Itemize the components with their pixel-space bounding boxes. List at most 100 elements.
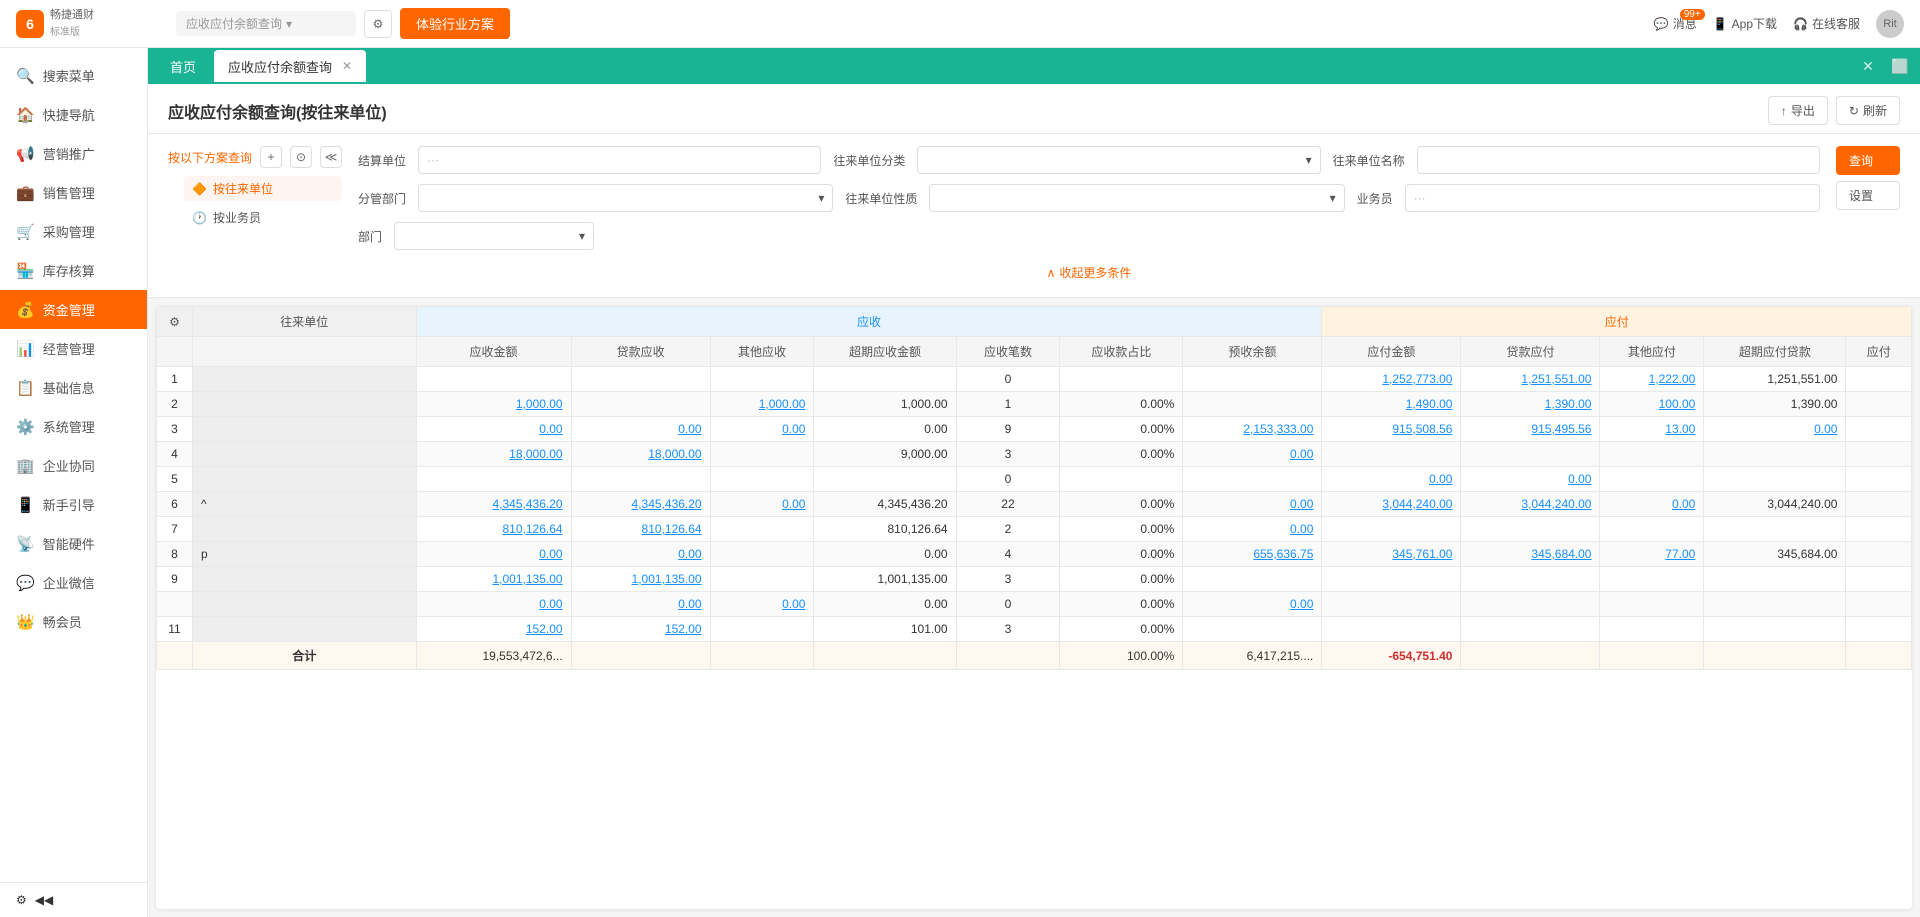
partner-category-select[interactable]: ▾ xyxy=(917,146,1320,174)
collapse-conditions-btn[interactable]: ∧ 收起更多条件 xyxy=(358,260,1820,285)
logo-icon: 6 xyxy=(16,10,44,38)
sidebar-item-inventory[interactable]: 🏪 库存核算 xyxy=(0,251,147,290)
add-scheme-btn[interactable]: + xyxy=(260,146,282,168)
more-scheme-btn[interactable]: ≪ xyxy=(320,146,342,168)
messages-btn[interactable]: 💬 消息 99+ xyxy=(1654,15,1697,32)
sidebar-item-wechat[interactable]: 💬 企业微信 xyxy=(0,563,147,602)
finance-icon: 💰 xyxy=(16,301,35,319)
filter-by-salesman[interactable]: 🕐 按业务员 xyxy=(184,205,342,230)
config-scheme-btn[interactable]: ⊙ xyxy=(290,146,312,168)
table-settings-icon[interactable]: ⚙ xyxy=(169,315,180,329)
export-button[interactable]: ↑ 导出 xyxy=(1768,96,1828,125)
purchase-icon: 🛒 xyxy=(16,223,35,241)
sidebar-item-label: 智能硬件 xyxy=(43,534,95,553)
sidebar-item-label: 快捷导航 xyxy=(43,105,95,124)
tab-close-btn[interactable]: ✕ xyxy=(342,59,352,73)
sidebar-item-marketing[interactable]: 📢 营销推广 xyxy=(0,134,147,173)
sidebar-item-system[interactable]: ⚙️ 系统管理 xyxy=(0,407,147,446)
partner-nature-select[interactable]: ▾ xyxy=(929,184,1344,212)
sidebar-item-basic-info[interactable]: 📋 基础信息 xyxy=(0,368,147,407)
system-icon: ⚙️ xyxy=(16,418,35,436)
newbie-icon: 📱 xyxy=(16,496,35,514)
dept-select[interactable]: ▾ xyxy=(418,184,833,212)
salesman-input[interactable]: ··· xyxy=(1405,184,1820,212)
filter-scheme-panel: 按以下方案查询 + ⊙ ≪ 🔶 按往来单位 🕐 按业务员 xyxy=(168,146,342,285)
online-service-btn[interactable]: 🎧 在线客服 xyxy=(1793,15,1860,32)
filter-row-2: 分管部门 ▾ 往来单位性质 ▾ 业务员 ··· xyxy=(358,184,1820,212)
sidebar-item-label: 采购管理 xyxy=(43,222,95,241)
tab-home[interactable]: 首页 xyxy=(156,50,210,82)
tab-close-window-btn[interactable]: ✕ xyxy=(1856,54,1880,78)
page-actions: ↑ 导出 ↻ 刷新 xyxy=(1768,96,1900,125)
sidebar-item-finance[interactable]: 💰 资金管理 xyxy=(0,290,147,329)
tab-maximize-btn[interactable]: ⬜ xyxy=(1888,54,1912,78)
partner-name-input[interactable] xyxy=(1417,146,1820,174)
settings-gear-icon[interactable]: ⚙ xyxy=(16,893,27,907)
logo-area: 6 畅捷通财 标准版 xyxy=(16,9,164,37)
filter-row-1: 结算单位 ··· 往来单位分类 ▾ 往来单位名称 xyxy=(358,146,1820,174)
settings-button[interactable]: 设置 xyxy=(1836,181,1900,210)
sidebar-item-label: 企业协同 xyxy=(43,456,95,475)
edition-label: 标准版 xyxy=(50,23,94,38)
filter-area: 按以下方案查询 + ⊙ ≪ 🔶 按往来单位 🕐 按业务员 xyxy=(148,134,1920,298)
column-group-header: ⚙ 往来单位 应收 应付 xyxy=(157,307,1912,337)
sidebar: 🔍 搜索菜单 🏠 快捷导航 📢 营销推广 💼 销售管理 🛒 采购管理 🏪 库存核… xyxy=(0,48,148,917)
refresh-button[interactable]: ↻ 刷新 xyxy=(1836,96,1900,125)
sidebar-item-newbie[interactable]: 📱 新手引导 xyxy=(0,485,147,524)
sidebar-bottom: ⚙ ◀◀ xyxy=(0,882,147,917)
sidebar-item-label: 系统管理 xyxy=(43,417,95,436)
page-content: 应收应付余额查询(按往来单位) ↑ 导出 ↻ 刷新 按以下方案查询 xyxy=(148,84,1920,917)
filter-by-partner[interactable]: 🔶 按往来单位 xyxy=(184,176,342,201)
brand-info: 畅捷通财 标准版 xyxy=(50,9,94,37)
sidebar-item-sales[interactable]: 💼 销售管理 xyxy=(0,173,147,212)
tab-ar-query[interactable]: 应收应付余额查询 ✕ xyxy=(214,50,366,82)
inventory-icon: 🏪 xyxy=(16,262,35,280)
table-row: 7 810,126.64 810,126.64 810,126.64 2 0.0… xyxy=(157,517,1912,542)
smart-hw-icon: 📡 xyxy=(16,535,35,553)
top-bar-right: 💬 消息 99+ 📱 App下载 🎧 在线客服 Rit xyxy=(1654,10,1904,38)
sidebar-item-quick-nav[interactable]: 🏠 快捷导航 xyxy=(0,95,147,134)
table-row: 6 ^ 4,345,436.20 4,345,436.20 0.00 4,345… xyxy=(157,492,1912,517)
brand-name: 畅捷通财 xyxy=(50,9,94,22)
sidebar-item-label: 销售管理 xyxy=(43,183,95,202)
filter-row-3: 部门 ▾ xyxy=(358,222,1820,250)
home-icon: 🏠 xyxy=(16,106,35,124)
enterprise-icon: 🏢 xyxy=(16,457,35,475)
settlement-unit-input[interactable]: ··· xyxy=(418,146,821,174)
filter-fields: 结算单位 ··· 往来单位分类 ▾ 往来单位名称 xyxy=(358,146,1820,285)
sidebar-item-member[interactable]: 👑 畅会员 xyxy=(0,602,147,641)
basic-info-icon: 📋 xyxy=(16,379,35,397)
table-row: 2 1,000.00 1,000.00 1,000.00 1 0.00% 1,4… xyxy=(157,392,1912,417)
top-bar: 6 畅捷通财 标准版 应收应付余额查询 ▾ ⚙ 体验行业方案 💬 消息 99+ … xyxy=(0,0,1920,48)
partner-icon: 🔶 xyxy=(192,182,207,196)
sidebar-item-smart-hw[interactable]: 📡 智能硬件 xyxy=(0,524,147,563)
gear-button[interactable]: ⚙ xyxy=(364,10,392,38)
page-header: 应收应付余额查询(按往来单位) ↑ 导出 ↻ 刷新 xyxy=(148,84,1920,134)
column-header: 应收金额 贷款应收 其他应收 超期应收金额 应收笔数 应收款占比 预收余额 应付… xyxy=(157,337,1912,367)
table-row: 1 0 1,252,773.00 1,251,551.00 1,222.00 1… xyxy=(157,367,1912,392)
table-row: 11 152.00 152.00 101.00 3 0.00% xyxy=(157,617,1912,642)
collapse-icon[interactable]: ◀◀ xyxy=(35,893,53,907)
sidebar-item-purchase[interactable]: 🛒 采购管理 xyxy=(0,212,147,251)
table-row: 9 1,001,135.00 1,001,135.00 1,001,135.00… xyxy=(157,567,1912,592)
table-row: 3 0.00 0.00 0.00 0.00 9 0.00% 2,153,333.… xyxy=(157,417,1912,442)
tab-bar: 首页 应收应付余额查询 ✕ ✕ ⬜ xyxy=(148,48,1920,84)
sidebar-item-label: 畅会员 xyxy=(43,612,82,631)
filter-actions: 按以下方案查询 + ⊙ ≪ xyxy=(168,146,342,168)
table-row: 0.00 0.00 0.00 0.00 0 0.00% 0.00 xyxy=(157,592,1912,617)
dept2-select[interactable]: ▾ xyxy=(394,222,594,250)
sub-filter-list: 🔶 按往来单位 🕐 按业务员 xyxy=(184,176,342,230)
table-row: 8 p 0.00 0.00 0.00 4 0.00% 655,636.75 34… xyxy=(157,542,1912,567)
table-row: 4 18,000.00 18,000.00 9,000.00 3 0.00% 0… xyxy=(157,442,1912,467)
sidebar-item-management[interactable]: 📊 经营管理 xyxy=(0,329,147,368)
query-button[interactable]: 查询 xyxy=(1836,146,1900,175)
app-download-btn[interactable]: 📱 App下载 xyxy=(1713,15,1777,32)
sales-icon: 💼 xyxy=(16,184,35,202)
sidebar-item-label: 搜索菜单 xyxy=(43,66,95,85)
sidebar-item-search-menu[interactable]: 🔍 搜索菜单 xyxy=(0,56,147,95)
user-avatar[interactable]: Rit xyxy=(1876,10,1904,38)
solution-button[interactable]: 体验行业方案 xyxy=(400,8,510,39)
data-table-container: ⚙ 往来单位 应收 应付 应收金额 贷款应收 其他应收 超期应收金额 应收笔数 xyxy=(156,306,1912,909)
sidebar-item-enterprise[interactable]: 🏢 企业协同 xyxy=(0,446,147,485)
page-title: 应收应付余额查询(按往来单位) xyxy=(168,99,387,123)
